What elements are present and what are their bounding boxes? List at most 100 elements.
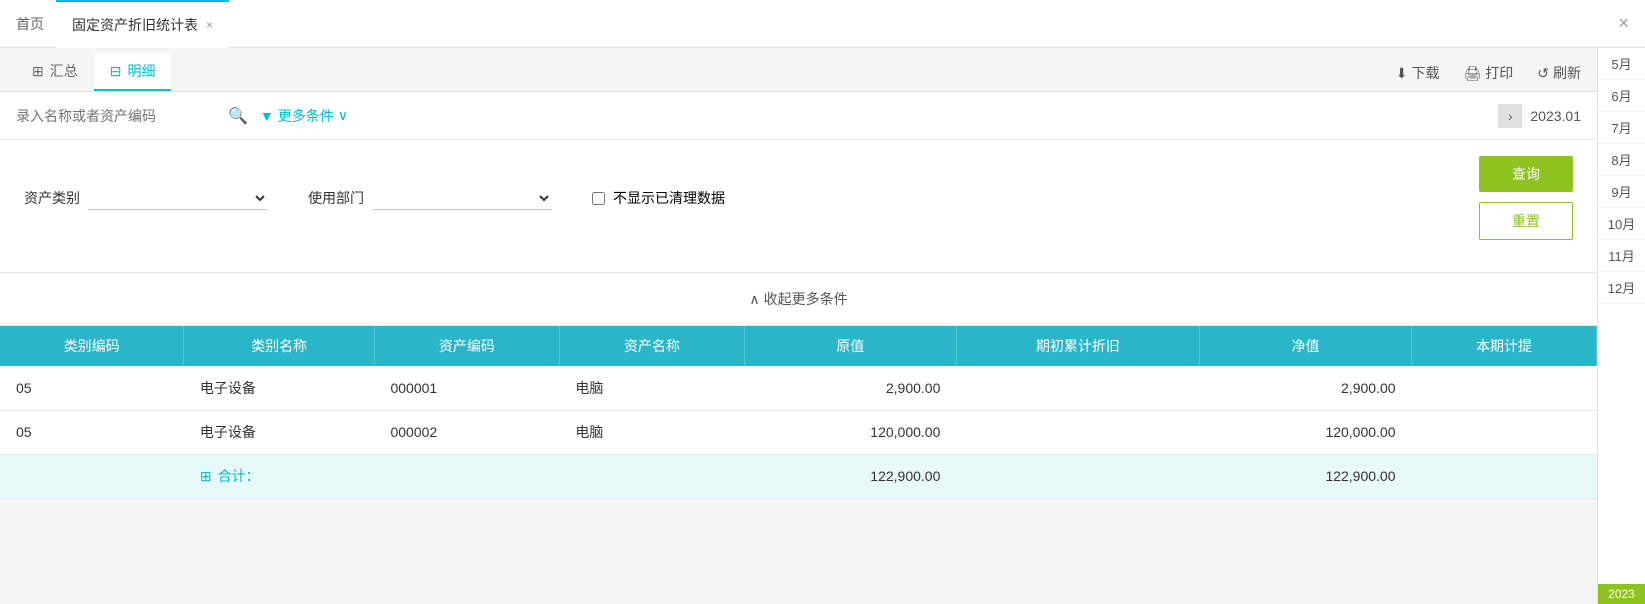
top-nav: 首页 固定资产折旧统计表 × × [0, 0, 1645, 48]
col-net-value: 净值 [1199, 326, 1411, 366]
download-button[interactable]: ⬇ 下载 [1396, 63, 1440, 83]
table-header-row: 类别编码 类别名称 资产编码 资产名称 原值 期初累计折旧 净值 本期计提 [0, 326, 1597, 366]
table-container: 类别编码 类别名称 资产编码 资产名称 原值 期初累计折旧 净值 本期计提 05… [0, 326, 1597, 499]
month-item[interactable]: 11月 [1598, 240, 1645, 272]
download-label: 下载 [1411, 63, 1439, 83]
window-close-button[interactable]: × [1618, 13, 1629, 34]
cell-initial-depreciation [956, 410, 1199, 454]
query-button[interactable]: 查询 [1479, 156, 1573, 192]
tab-title: 固定资产折旧统计表 [72, 15, 198, 35]
hide-cleared-field: 不显示已清理数据 [592, 188, 725, 208]
cell-category-code: 05 [0, 366, 184, 410]
collapse-label: 收起更多条件 [764, 289, 848, 309]
table-row[interactable]: 05 电子设备 000002 电脑 120,000.00 120,000.00 [0, 410, 1597, 454]
asset-category-select[interactable] [88, 187, 268, 210]
department-label: 使用部门 [308, 188, 364, 208]
chevron-down-icon: ∨ [338, 107, 348, 124]
cell-category-name: 电子设备 [184, 366, 375, 410]
total-initial-depreciation [956, 454, 1199, 498]
cell-current-depreciation [1412, 410, 1597, 454]
more-filter-label: 更多条件 [278, 106, 334, 126]
col-category-code: 类别编码 [0, 326, 184, 366]
collapse-row: ∧ 收起更多条件 [0, 273, 1597, 326]
total-label-cell: ⊞ 合计： [184, 454, 375, 498]
total-icon: ⊞ [200, 468, 212, 485]
total-net-value: 122,900.00 [1199, 454, 1411, 498]
summary-icon: ⊞ [32, 63, 44, 80]
nav-home[interactable]: 首页 [16, 14, 44, 34]
refresh-icon: ↺ [1537, 65, 1549, 82]
active-tab[interactable]: 固定资产折旧统计表 × [56, 0, 229, 48]
filter-icon: ▼ [260, 108, 274, 124]
cell-original-value: 120,000.00 [744, 410, 956, 454]
cell-current-depreciation [1412, 366, 1597, 410]
print-icon: 🖨 [1463, 65, 1481, 82]
col-current-depreciation: 本期计提 [1412, 326, 1597, 366]
date-label: 2023.01 [1530, 108, 1581, 124]
asset-category-field: 资产类别 [24, 187, 268, 210]
month-item[interactable]: 12月 [1598, 272, 1645, 304]
cell-net-value: 2,900.00 [1199, 366, 1411, 410]
total-cell-empty3 [559, 454, 744, 498]
search-icon: 🔍 [228, 106, 248, 126]
cell-initial-depreciation [956, 366, 1199, 410]
month-item[interactable]: 5月 [1598, 48, 1645, 80]
filter-row-1: 资产类别 使用部门 不显示已清理数据 查询 重置 [24, 156, 1573, 240]
search-filter-bar: 🔍 ▼ 更多条件 ∨ › 2023.01 [0, 92, 1597, 140]
col-category-name: 类别名称 [184, 326, 375, 366]
summary-label: 汇总 [50, 61, 78, 81]
asset-category-label: 资产类别 [24, 188, 80, 208]
cell-category-code: 05 [0, 410, 184, 454]
col-initial-depreciation: 期初累计折旧 [956, 326, 1199, 366]
print-label: 打印 [1485, 63, 1513, 83]
col-asset-code: 资产编码 [374, 326, 559, 366]
toolbar-actions: ⬇ 下载 🖨 打印 ↺ 刷新 [1396, 63, 1581, 91]
tab-detail[interactable]: ⊟ 明细 [94, 53, 172, 91]
month-item[interactable]: 9月 [1598, 176, 1645, 208]
cell-original-value: 2,900.00 [744, 366, 956, 410]
collapse-up-icon: ∧ [749, 291, 759, 308]
cell-category-name: 电子设备 [184, 410, 375, 454]
department-select[interactable] [372, 187, 552, 210]
month-item[interactable]: 7月 [1598, 112, 1645, 144]
secondary-tab-bar: ⊞ 汇总 ⊟ 明细 ⬇ 下载 🖨 打印 ↺ 刷新 [0, 48, 1597, 92]
year-badge: 2023 [1598, 584, 1645, 604]
total-cell-empty1 [0, 454, 184, 498]
tab-close-button[interactable]: × [206, 18, 213, 32]
search-input[interactable] [16, 108, 216, 124]
total-label-text: 合计： [218, 466, 260, 486]
hide-cleared-label: 不显示已清理数据 [613, 188, 725, 208]
filter-buttons: 查询 重置 [1479, 156, 1573, 240]
total-original-value: 122,900.00 [744, 454, 956, 498]
col-asset-name: 资产名称 [559, 326, 744, 366]
cell-asset-code: 000002 [374, 410, 559, 454]
month-item[interactable]: 10月 [1598, 208, 1645, 240]
detail-icon: ⊟ [110, 63, 122, 80]
month-item[interactable]: 8月 [1598, 144, 1645, 176]
right-sidebar: 5月 6月 7月 8月 9月 10月 11月 12月 2023 [1597, 48, 1645, 604]
advanced-filter-panel: 资产类别 使用部门 不显示已清理数据 查询 重置 [0, 140, 1597, 273]
department-field: 使用部门 [308, 187, 552, 210]
cell-asset-name: 电脑 [559, 366, 744, 410]
detail-label: 明细 [127, 61, 155, 81]
total-cell-empty2 [374, 454, 559, 498]
refresh-button[interactable]: ↺ 刷新 [1537, 63, 1581, 83]
total-current-depreciation [1412, 454, 1597, 498]
reset-button[interactable]: 重置 [1479, 202, 1573, 240]
cell-asset-name: 电脑 [559, 410, 744, 454]
hide-cleared-checkbox[interactable] [592, 192, 605, 205]
refresh-label: 刷新 [1553, 63, 1581, 83]
tab-summary[interactable]: ⊞ 汇总 [16, 53, 94, 91]
more-filter-button[interactable]: ▼ 更多条件 ∨ [260, 106, 348, 126]
collapse-button[interactable]: ∧ 收起更多条件 [749, 281, 847, 317]
expand-panel-button[interactable]: › [1498, 104, 1522, 128]
table-row[interactable]: 05 电子设备 000001 电脑 2,900.00 2,900.00 [0, 366, 1597, 410]
cell-net-value: 120,000.00 [1199, 410, 1411, 454]
data-table: 类别编码 类别名称 资产编码 资产名称 原值 期初累计折旧 净值 本期计提 05… [0, 326, 1597, 499]
print-button[interactable]: 🖨 打印 [1463, 63, 1513, 83]
cell-asset-code: 000001 [374, 366, 559, 410]
month-item[interactable]: 6月 [1598, 80, 1645, 112]
table-total-row: ⊞ 合计： 122,900.00 122,900.00 [0, 454, 1597, 498]
col-original-value: 原值 [744, 326, 956, 366]
download-icon: ⬇ [1396, 65, 1408, 82]
